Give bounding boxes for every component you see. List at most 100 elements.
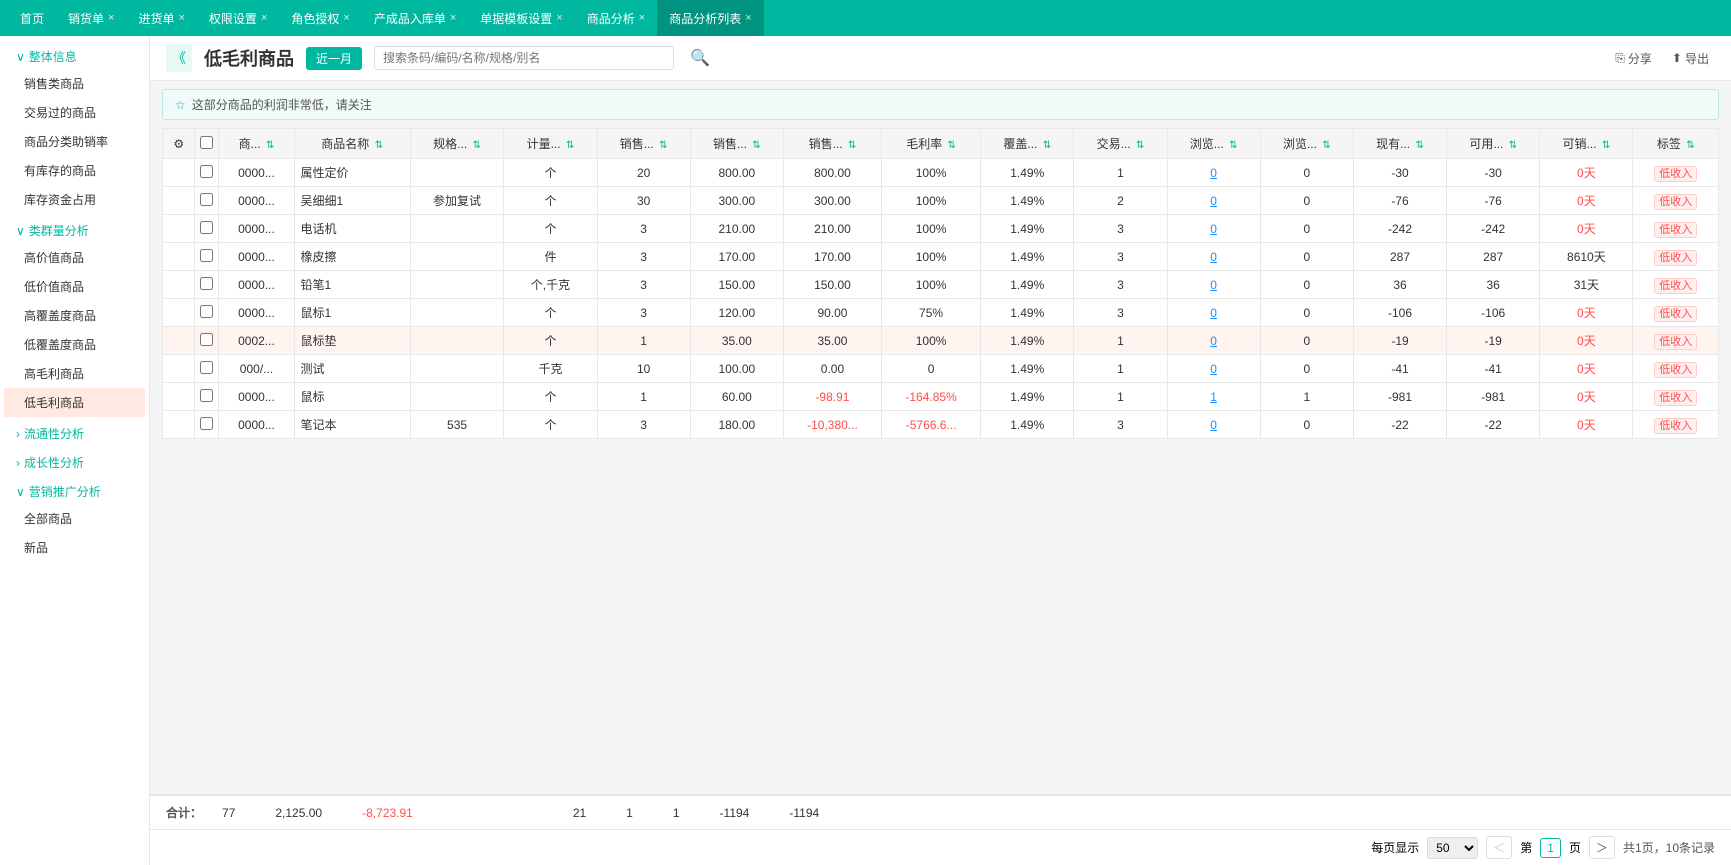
select-all-checkbox[interactable] (200, 136, 213, 149)
row-sales-qty-0: 20 (597, 159, 690, 187)
sidebar-item-stocked-products[interactable]: 有库存的商品 (4, 156, 145, 185)
row-browse1-4[interactable]: 0 (1167, 271, 1260, 299)
row-checkbox-6[interactable] (195, 327, 219, 355)
nav-product-analysis-list[interactable]: 商品分析列表 × (657, 0, 763, 36)
sidebar-item-low-coverage[interactable]: 低覆盖度商品 (4, 330, 145, 359)
row-name-3[interactable]: 橡皮擦 (294, 243, 410, 271)
sidebar-item-sales-products[interactable]: 销售类商品 (4, 69, 145, 98)
row-browse1-1[interactable]: 0 (1167, 187, 1260, 215)
sidebar-item-category-rate[interactable]: 商品分类助销率 (4, 127, 145, 156)
row-name-2[interactable]: 电话机 (294, 215, 410, 243)
col-sales-price[interactable]: 销售... ⇅ (690, 129, 783, 159)
nav-purchase-order[interactable]: 进货单 × (126, 0, 196, 36)
row-checkbox-3[interactable] (195, 243, 219, 271)
row-checkbox-5[interactable] (195, 299, 219, 327)
sidebar-section-cluster[interactable]: ∨ 类群量分析 (4, 214, 145, 243)
row-browse1-2[interactable]: 0 (1167, 215, 1260, 243)
sidebar-item-traded-products[interactable]: 交易过的商品 (4, 98, 145, 127)
row-sellable-0: 0天 (1540, 159, 1633, 187)
row-browse1-9[interactable]: 0 (1167, 411, 1260, 439)
col-name[interactable]: 商品名称 ⇅ (294, 129, 410, 159)
sidebar-section-growth[interactable]: › 成长性分析 (4, 446, 145, 475)
col-browse1[interactable]: 浏览... ⇅ (1167, 129, 1260, 159)
col-settings[interactable]: ⚙ (163, 129, 195, 159)
close-role-auth-icon[interactable]: × (343, 12, 349, 24)
nav-permission[interactable]: 权限设置 × (197, 0, 279, 36)
sidebar-item-stock-capital[interactable]: 库存资金占用 (4, 185, 145, 214)
col-coverage[interactable]: 覆盖... ⇅ (981, 129, 1074, 159)
col-current[interactable]: 现有... ⇅ (1353, 129, 1446, 159)
col-code[interactable]: 商... ⇅ (219, 129, 294, 159)
sidebar-item-new-products[interactable]: 新品 (4, 533, 145, 562)
row-checkbox-8[interactable] (195, 383, 219, 411)
sidebar-item-all-products[interactable]: 全部商品 (4, 504, 145, 533)
row-name-4[interactable]: 铅笔1 (294, 271, 410, 299)
col-trade[interactable]: 交易... ⇅ (1074, 129, 1167, 159)
close-product-analysis-icon[interactable]: × (639, 12, 645, 24)
sidebar-item-low-profit[interactable]: 低毛利商品 (4, 388, 145, 417)
col-sales-qty[interactable]: 销售... ⇅ (597, 129, 690, 159)
prev-page-button[interactable]: ＜ (1486, 836, 1512, 859)
sidebar-item-low-value[interactable]: 低价值商品 (4, 272, 145, 301)
row-browse1-6[interactable]: 0 (1167, 327, 1260, 355)
sidebar-item-high-coverage[interactable]: 高覆盖度商品 (4, 301, 145, 330)
row-checkbox-7[interactable] (195, 355, 219, 383)
row-name-7[interactable]: 测试 (294, 355, 410, 383)
row-name-9[interactable]: 笔记本 (294, 411, 410, 439)
row-browse1-0[interactable]: 0 (1167, 159, 1260, 187)
row-checkbox-2[interactable] (195, 215, 219, 243)
row-name-6[interactable]: 鼠标垫 (294, 327, 410, 355)
col-sellable[interactable]: 可销... ⇅ (1540, 129, 1633, 159)
col-available[interactable]: 可用... ⇅ (1447, 129, 1540, 159)
table-row: 0000... 吴细细1 参加复试 个 30 300.00 300.00 100… (163, 187, 1719, 215)
col-tag[interactable]: 标签 ⇅ (1633, 129, 1719, 159)
row-checkbox-0[interactable] (195, 159, 219, 187)
col-spec[interactable]: 规格... ⇅ (410, 129, 504, 159)
filter-recent-month-button[interactable]: 近一月 (306, 47, 362, 70)
close-sales-order-icon[interactable]: × (108, 12, 114, 24)
row-checkbox-1[interactable] (195, 187, 219, 215)
row-name-0[interactable]: 属性定价 (294, 159, 410, 187)
row-browse1-8[interactable]: 1 (1167, 383, 1260, 411)
row-checkbox-4[interactable] (195, 271, 219, 299)
row-sales-profit-6: 35.00 (783, 327, 881, 355)
sidebar-section-marketing[interactable]: ∨ 营销推广分析 (4, 475, 145, 504)
nav-product-entry[interactable]: 产成品入库单 × (362, 0, 468, 36)
sidebar-section-circulation[interactable]: › 流通性分析 (4, 417, 145, 446)
sidebar-section-overview[interactable]: ∨ 整体信息 (4, 40, 145, 69)
share-button[interactable]: ⎘ 分享 (1609, 46, 1658, 71)
nav-product-analysis[interactable]: 商品分析 × (575, 0, 657, 36)
close-product-analysis-list-icon[interactable]: × (745, 12, 751, 24)
row-coverage-5: 1.49% (981, 299, 1074, 327)
close-template-settings-icon[interactable]: × (556, 12, 562, 24)
search-input[interactable] (374, 46, 674, 70)
export-button[interactable]: ⬆ 导出 (1666, 46, 1715, 71)
row-name-1[interactable]: 吴细细1 (294, 187, 410, 215)
close-product-entry-icon[interactable]: × (450, 12, 456, 24)
row-browse1-3[interactable]: 0 (1167, 243, 1260, 271)
search-button[interactable]: 🔍 (686, 48, 714, 68)
row-sales-profit-4: 150.00 (783, 271, 881, 299)
row-name-5[interactable]: 鼠标1 (294, 299, 410, 327)
row-checkbox-9[interactable] (195, 411, 219, 439)
sidebar-item-high-value[interactable]: 高价值商品 (4, 243, 145, 272)
col-browse2[interactable]: 浏览... ⇅ (1260, 129, 1353, 159)
nav-sales-order[interactable]: 销货单 × (56, 0, 126, 36)
close-purchase-order-icon[interactable]: × (178, 12, 184, 24)
close-permission-icon[interactable]: × (261, 12, 267, 24)
nav-template-settings[interactable]: 单据模板设置 × (468, 0, 574, 36)
next-page-button[interactable]: ＞ (1589, 836, 1615, 859)
col-gross-rate[interactable]: 毛利率 ⇅ (881, 129, 980, 159)
nav-role-auth[interactable]: 角色授权 × (279, 0, 361, 36)
row-browse1-7[interactable]: 0 (1167, 355, 1260, 383)
col-unit[interactable]: 计量... ⇅ (504, 129, 597, 159)
collapse-growth-icon: › (16, 456, 20, 470)
collapse-sidebar-button[interactable]: 《 (166, 44, 192, 72)
row-sales-price-4: 150.00 (690, 271, 783, 299)
row-browse1-5[interactable]: 0 (1167, 299, 1260, 327)
nav-home[interactable]: 首页 (8, 0, 56, 36)
per-page-select[interactable]: 50 20 100 (1427, 837, 1478, 859)
row-name-8[interactable]: 鼠标 (294, 383, 410, 411)
col-sales-profit[interactable]: 销售... ⇅ (783, 129, 881, 159)
sidebar-item-high-profit[interactable]: 高毛利商品 (4, 359, 145, 388)
